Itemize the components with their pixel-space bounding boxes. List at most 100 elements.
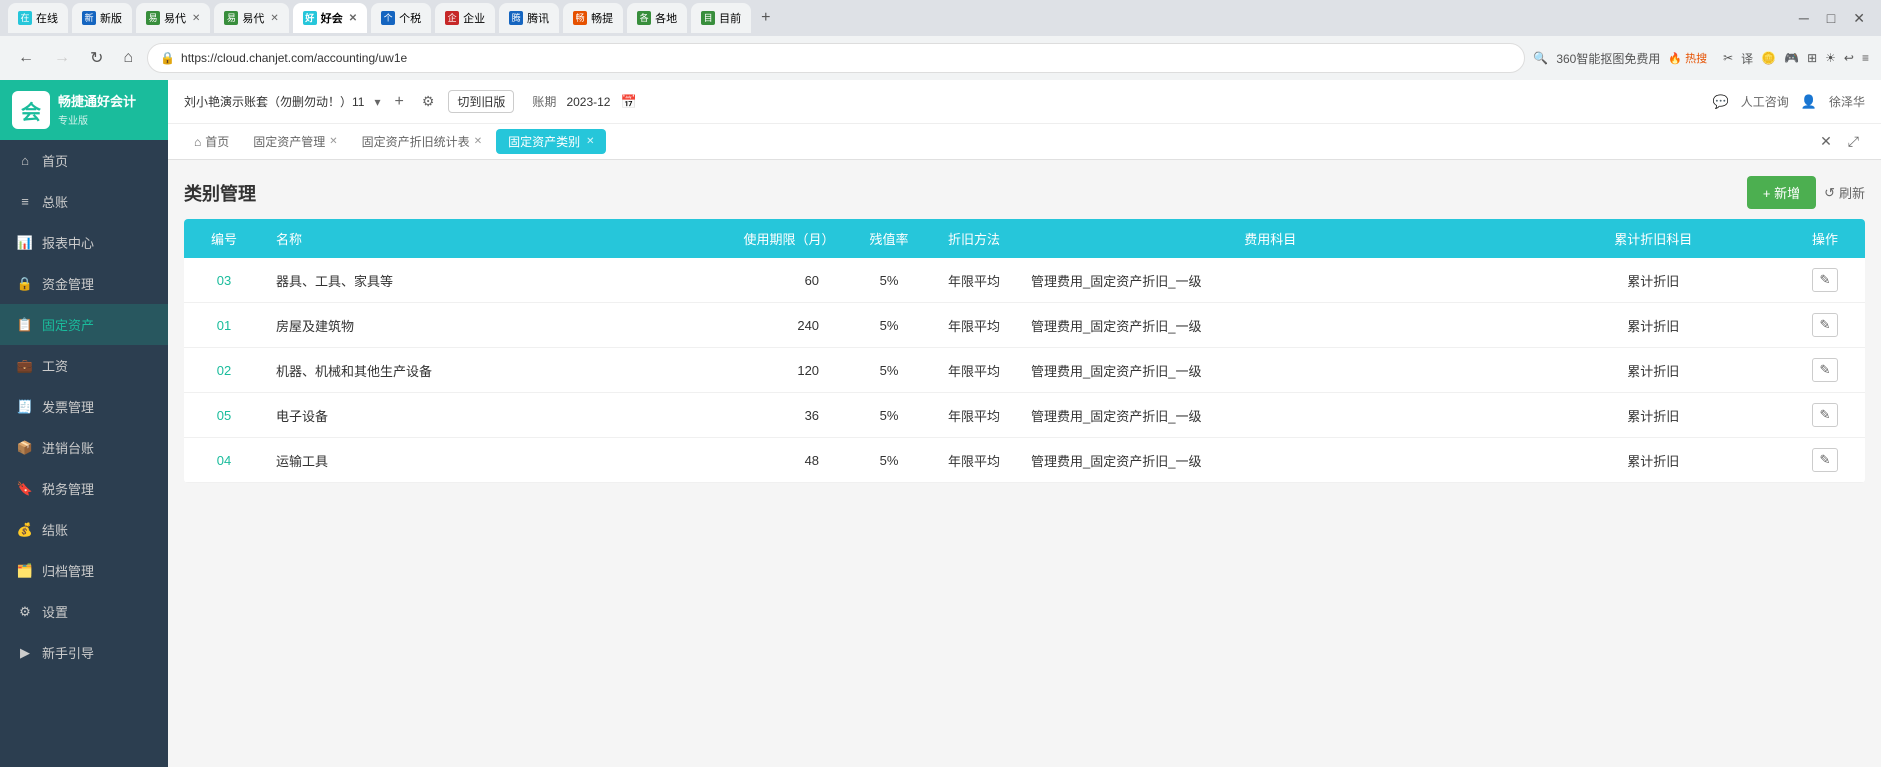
browser-tab-2[interactable]: 新 新版	[72, 3, 132, 33]
payroll-icon: 💼	[16, 358, 34, 374]
home-btn[interactable]: ⌂	[117, 45, 139, 71]
fixed-assets-icon: 📋	[16, 317, 34, 333]
col-header-accumulated: 累计折旧科目	[1521, 219, 1785, 258]
cell-expense: 管理费用_固定资产折旧_一级	[1019, 393, 1521, 438]
reports-icon: 📊	[16, 235, 34, 251]
sidebar-item-archive[interactable]: 🗂️ 归档管理	[0, 550, 168, 591]
breadcrumb-category[interactable]: 固定资产类别 ✕	[496, 129, 606, 154]
window-maximize[interactable]: □	[1819, 8, 1843, 29]
cell-name: 运输工具	[264, 438, 729, 483]
sidebar-item-funds[interactable]: 🔒 资金管理	[0, 263, 168, 304]
refresh-page-btn[interactable]: ↺ 刷新	[1824, 183, 1865, 202]
new-tab-btn[interactable]: +	[755, 7, 776, 29]
browser-tab-11[interactable]: 目 目前	[691, 3, 751, 33]
tab8-label: 腾讯	[527, 10, 549, 26]
edit-btn[interactable]: ✎	[1812, 358, 1838, 382]
cell-method: 年限平均	[929, 303, 1019, 348]
sidebar-item-invoice[interactable]: 🧾 发票管理	[0, 386, 168, 427]
tab4-close[interactable]: ✕	[270, 13, 278, 24]
table-row: 01 房屋及建筑物 240 5% 年限平均 管理费用_固定资产折旧_一级 累计折…	[184, 303, 1865, 348]
breadcrumb-bar: ⌂ 首页 固定资产管理 ✕ 固定资产折旧统计表 ✕ 固定资产类别 ✕ ✕ ⤢	[168, 124, 1881, 160]
switch-version-btn[interactable]: 切到旧版	[448, 90, 514, 113]
browser-tab-4[interactable]: 易 易代 ✕	[214, 3, 288, 33]
menu-icon[interactable]: ≡	[1862, 51, 1869, 65]
browser-tab-9[interactable]: 畅 畅提	[563, 3, 623, 33]
cell-residual: 5%	[849, 438, 929, 483]
sidebar-item-guide[interactable]: ▶ 新手引导	[0, 632, 168, 673]
cell-code[interactable]: 02	[184, 348, 264, 393]
tab-expand-btn[interactable]: ⤢	[1842, 131, 1865, 152]
cell-name: 机器、机械和其他生产设备	[264, 348, 729, 393]
bread2-close[interactable]: ✕	[329, 136, 337, 147]
company-name: 刘小艳演示账套（勿删勿动！）11	[184, 93, 364, 110]
cell-period: 120	[729, 348, 849, 393]
cell-code[interactable]: 04	[184, 438, 264, 483]
cell-method: 年限平均	[929, 438, 1019, 483]
cell-code[interactable]: 05	[184, 393, 264, 438]
breadcrumb-home[interactable]: ⌂ 首页	[184, 129, 239, 154]
cell-period: 60	[729, 258, 849, 303]
table-row: 05 电子设备 36 5% 年限平均 管理费用_固定资产折旧_一级 累计折旧 ✎	[184, 393, 1865, 438]
edit-btn[interactable]: ✎	[1812, 448, 1838, 472]
browser-tab-10[interactable]: 各 各地	[627, 3, 687, 33]
sidebar-item-fixed-assets[interactable]: 📋 固定资产	[0, 304, 168, 345]
settings-gear-btn[interactable]: ⚙	[418, 91, 439, 112]
breadcrumb-depreciation[interactable]: 固定资产折旧统计表 ✕	[352, 129, 492, 154]
add-btn[interactable]: + 新增	[1747, 176, 1816, 209]
browser-tab-8[interactable]: 腾 腾讯	[499, 3, 559, 33]
edit-btn[interactable]: ✎	[1812, 313, 1838, 337]
window-close[interactable]: ✕	[1845, 8, 1873, 29]
undo-icon: ↩	[1844, 51, 1854, 65]
browser-tab-7[interactable]: 企 企业	[435, 3, 495, 33]
col-header-action: 操作	[1785, 219, 1865, 258]
sidebar-item-ledger[interactable]: ≡ 总账	[0, 181, 168, 222]
logo-title: 畅捷通好会计	[58, 93, 136, 111]
breadcrumb-fixed-asset-mgr[interactable]: 固定资产管理 ✕	[243, 129, 347, 154]
edit-btn[interactable]: ✎	[1812, 268, 1838, 292]
sidebar-logo: 会 畅捷通好会计 专业版	[0, 80, 168, 140]
edit-btn[interactable]: ✎	[1812, 403, 1838, 427]
refresh-btn[interactable]: ↻	[84, 44, 109, 72]
sidebar-menu: ⌂ 首页 ≡ 总账 📊 报表中心 🔒 资金管理 📋 固定资产 💼 工资	[0, 140, 168, 767]
cell-code[interactable]: 01	[184, 303, 264, 348]
bread4-close[interactable]: ✕	[586, 136, 594, 147]
browser-tab-6[interactable]: 个 个税	[371, 3, 431, 33]
cell-code[interactable]: 03	[184, 258, 264, 303]
tab-close-btn[interactable]: ✕	[1814, 131, 1838, 152]
sidebar-item-settings[interactable]: ⚙ 设置	[0, 591, 168, 632]
grid-icon: ⊞	[1807, 51, 1817, 65]
tab3-close[interactable]: ✕	[192, 13, 200, 24]
cell-residual: 5%	[849, 303, 929, 348]
back-btn[interactable]: ←	[12, 45, 40, 71]
user-name: 徐泽华	[1829, 93, 1865, 110]
add-account-btn[interactable]: +	[391, 91, 408, 113]
sidebar-item-inventory[interactable]: 📦 进销台账	[0, 427, 168, 468]
cell-method: 年限平均	[929, 258, 1019, 303]
period-label: 账期	[532, 93, 556, 110]
browser-tab-3[interactable]: 易 易代 ✕	[136, 3, 210, 33]
cell-accumulated: 累计折旧	[1521, 258, 1785, 303]
cell-name: 器具、工具、家具等	[264, 258, 729, 303]
sidebar-item-payroll[interactable]: 💼 工资	[0, 345, 168, 386]
logo-subtitle: 专业版	[58, 112, 136, 127]
window-minimize[interactable]: ─	[1791, 8, 1817, 29]
browser-tab-1[interactable]: 在 在线	[8, 3, 68, 33]
forward-btn[interactable]: →	[48, 45, 76, 71]
tab1-label: 在线	[36, 10, 58, 26]
tab2-label: 新版	[100, 10, 122, 26]
tab5-close[interactable]: ✕	[349, 13, 357, 24]
cell-period: 36	[729, 393, 849, 438]
bread3-close[interactable]: ✕	[474, 136, 482, 147]
browser-tab-5[interactable]: 好 好会 ✕	[293, 3, 367, 33]
calendar-icon[interactable]: 📅	[620, 94, 636, 110]
sidebar-item-tax[interactable]: 🔖 税务管理	[0, 468, 168, 509]
table-row: 02 机器、机械和其他生产设备 120 5% 年限平均 管理费用_固定资产折旧_…	[184, 348, 1865, 393]
sidebar-item-home[interactable]: ⌂ 首页	[0, 140, 168, 181]
sidebar-item-closing[interactable]: 💰 结账	[0, 509, 168, 550]
address-bar[interactable]: 🔒 https://cloud.chanjet.com/accounting/u…	[147, 43, 1525, 73]
cell-method: 年限平均	[929, 348, 1019, 393]
dropdown-btn[interactable]: ▾	[374, 95, 380, 109]
cell-period: 48	[729, 438, 849, 483]
support-text[interactable]: 人工咨询	[1741, 93, 1789, 110]
sidebar-item-reports[interactable]: 📊 报表中心	[0, 222, 168, 263]
